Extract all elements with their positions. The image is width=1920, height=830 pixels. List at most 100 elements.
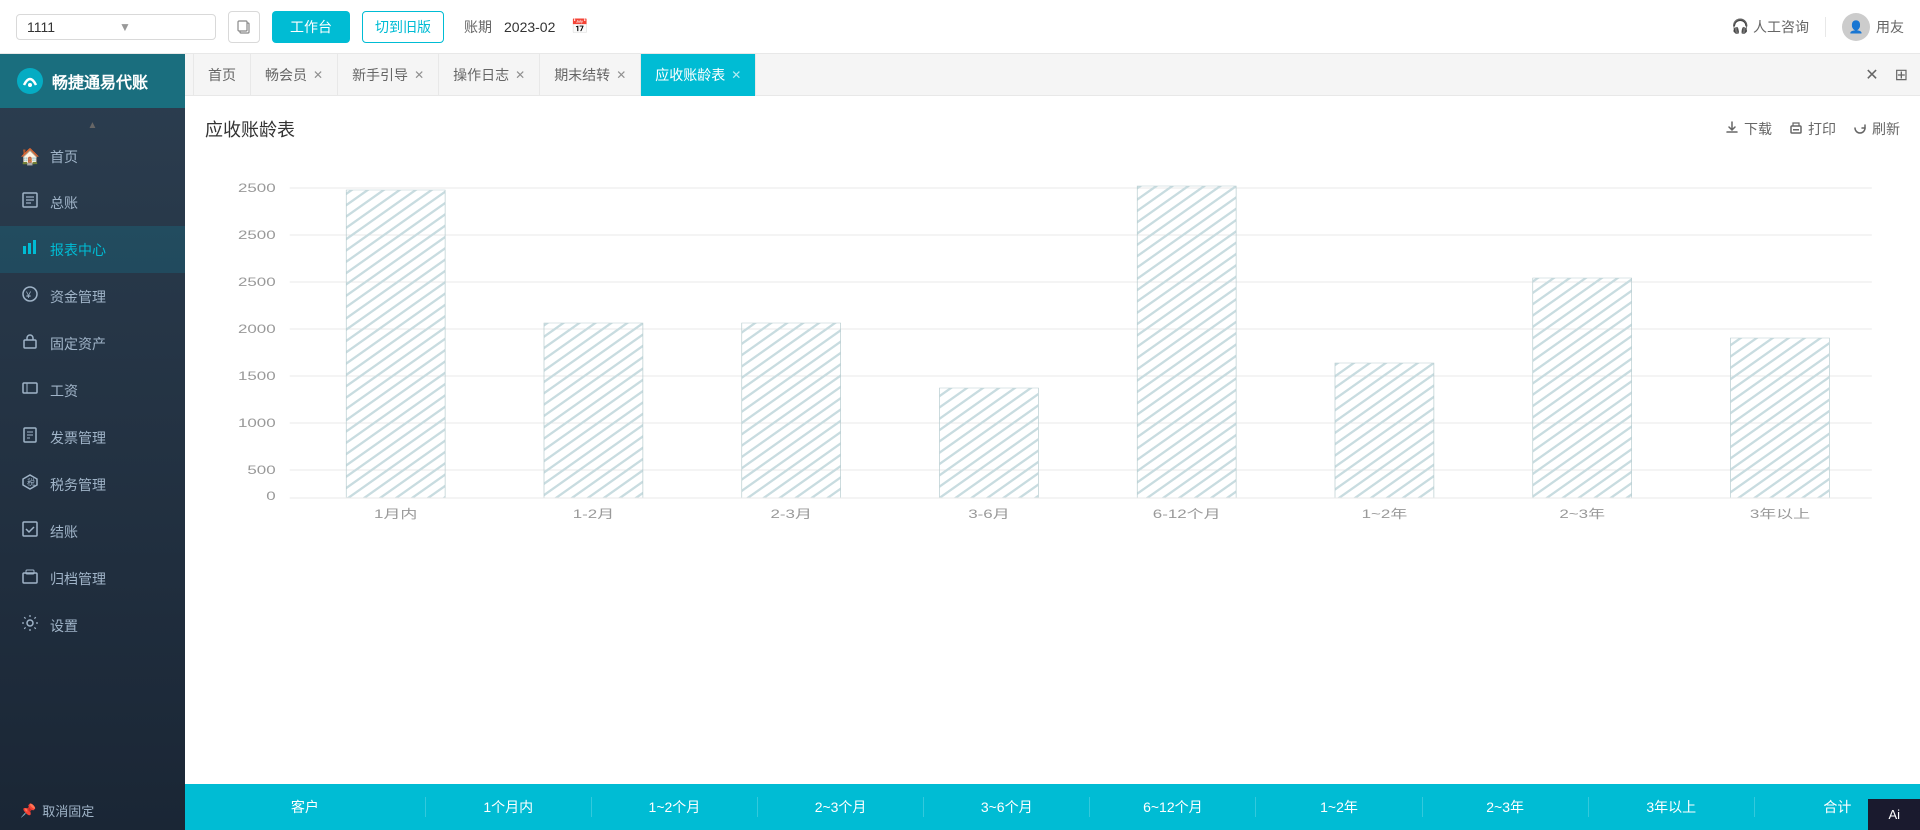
sidebar-item-settings-label: 设置 <box>50 616 78 636</box>
svg-text:2500: 2500 <box>238 182 276 195</box>
sidebar-item-reports-label: 报表中心 <box>50 240 106 260</box>
download-icon <box>1724 120 1740 139</box>
refresh-button[interactable]: 刷新 <box>1852 119 1900 139</box>
headset-icon: 🎧 <box>1732 18 1749 35</box>
col-2-3month: 2~3个月 <box>758 797 924 817</box>
sidebar-item-archive[interactable]: 归档管理 <box>0 555 185 602</box>
chart-container: 2500 2500 2500 2000 1500 1000 500 0 <box>205 158 1900 764</box>
col-customer: 客户 <box>185 797 426 817</box>
invoice-icon <box>20 426 40 449</box>
svg-text:2000: 2000 <box>238 323 276 336</box>
svg-text:2500: 2500 <box>238 229 276 242</box>
col-1-2month: 1~2个月 <box>592 797 758 817</box>
svg-text:1~2年: 1~2年 <box>1362 507 1408 521</box>
sidebar-item-reports[interactable]: 报表中心 <box>0 226 185 273</box>
tab-aging[interactable]: 应收账龄表 ✕ <box>641 54 756 96</box>
svg-text:1月内: 1月内 <box>374 507 417 521</box>
pin-icon: 📌 <box>20 803 36 819</box>
sidebar-item-archive-label: 归档管理 <box>50 569 106 589</box>
cancel-fixed-button[interactable]: 📌 取消固定 <box>0 791 185 830</box>
tab-member-label: 畅会员 <box>265 65 307 85</box>
page-title: 应收账龄表 <box>205 116 295 142</box>
page-content: 应收账龄表 下载 打印 <box>185 96 1920 784</box>
logo-icon <box>16 67 44 95</box>
page-header: 应收账龄表 下载 打印 <box>205 116 1900 142</box>
page-actions: 下载 打印 刷新 <box>1724 119 1900 139</box>
calendar-icon[interactable]: 📅 <box>571 18 588 35</box>
svg-text:500: 500 <box>247 464 275 477</box>
tax-icon: 税 <box>20 473 40 496</box>
tab-period-end-label: 期末结转 <box>554 65 610 85</box>
ledger-icon <box>20 191 40 214</box>
table-header: 客户 1个月内 1~2个月 2~3个月 3~6个月 6~12个月 1~2年 2~… <box>185 784 1920 830</box>
expand-button[interactable]: ⊞ <box>1891 61 1912 89</box>
svg-text:税: 税 <box>27 477 35 487</box>
sidebar-item-assets[interactable]: 固定资产 <box>0 320 185 367</box>
period-value: 2023-02 <box>504 19 555 35</box>
tab-guide-close[interactable]: ✕ <box>414 68 424 82</box>
tab-oplog[interactable]: 操作日志 ✕ <box>439 54 540 96</box>
download-label: 下载 <box>1744 119 1772 139</box>
aging-chart: 2500 2500 2500 2000 1500 1000 500 0 <box>205 168 1900 528</box>
consult-button[interactable]: 🎧 人工咨询 <box>1732 17 1809 37</box>
col-3year-plus: 3年以上 <box>1589 797 1755 817</box>
sidebar-item-invoice[interactable]: 发票管理 <box>0 414 185 461</box>
tab-member-close[interactable]: ✕ <box>313 68 323 82</box>
col-3-6month: 3~6个月 <box>924 797 1090 817</box>
sidebar-item-assets-label: 固定资产 <box>50 334 106 354</box>
tab-guide[interactable]: 新手引导 ✕ <box>338 54 439 96</box>
scroll-up-indicator: ▲ <box>0 116 185 135</box>
sidebar-item-tax-label: 税务管理 <box>50 475 106 495</box>
tab-oplog-label: 操作日志 <box>453 65 509 85</box>
sidebar-item-salary[interactable]: 工资 <box>0 367 185 414</box>
sidebar-item-checkout-label: 结账 <box>50 522 78 542</box>
sidebar-item-ledger[interactable]: 总账 <box>0 179 185 226</box>
header-right: 🎧 人工咨询 👤 用友 <box>1732 13 1904 41</box>
svg-text:6-12个月: 6-12个月 <box>1153 507 1221 521</box>
company-selector[interactable]: 1111 ▼ <box>16 14 216 40</box>
download-button[interactable]: 下载 <box>1724 119 1772 139</box>
ai-badge[interactable]: Ai <box>1868 799 1920 830</box>
sidebar-item-settings[interactable]: 设置 <box>0 602 185 649</box>
svg-text:1000: 1000 <box>238 417 276 430</box>
refresh-icon <box>1852 120 1868 139</box>
tab-period-end-close[interactable]: ✕ <box>616 68 626 82</box>
close-tabs-button[interactable]: ✕ <box>1861 61 1882 89</box>
settings-icon <box>20 614 40 637</box>
avatar: 👤 <box>1842 13 1870 41</box>
company-name: 1111 <box>27 19 113 35</box>
svg-text:0: 0 <box>266 490 275 503</box>
sidebar-item-tax[interactable]: 税 税务管理 <box>0 461 185 508</box>
print-label: 打印 <box>1808 119 1836 139</box>
workbench-button[interactable]: 工作台 <box>272 11 350 43</box>
tab-aging-close[interactable]: ✕ <box>731 68 741 82</box>
svg-text:3年以上: 3年以上 <box>1750 507 1810 521</box>
print-button[interactable]: 打印 <box>1788 119 1836 139</box>
tab-bar: 首页 畅会员 ✕ 新手引导 ✕ 操作日志 ✕ 期末结转 ✕ 应收账龄表 ✕ <box>185 54 1920 96</box>
content-area: 首页 畅会员 ✕ 新手引导 ✕ 操作日志 ✕ 期末结转 ✕ 应收账龄表 ✕ <box>185 54 1920 830</box>
sidebar-item-home[interactable]: 🏠 首页 <box>0 135 185 179</box>
tab-member[interactable]: 畅会员 ✕ <box>251 54 338 96</box>
period-label: 账期 <box>464 17 492 37</box>
refresh-label: 刷新 <box>1872 119 1900 139</box>
sidebar-logo: 畅捷通易代账 <box>0 54 185 108</box>
sidebar-item-home-label: 首页 <box>50 147 78 167</box>
user-button[interactable]: 👤 用友 <box>1842 13 1904 41</box>
salary-icon <box>20 379 40 402</box>
sidebar-nav: ▲ 🏠 首页 总账 报表中心 ¥ 资金管理 <box>0 108 185 791</box>
sidebar-item-funds-label: 资金管理 <box>50 287 106 307</box>
sidebar-item-checkout[interactable]: 结账 <box>0 508 185 555</box>
sidebar-item-invoice-label: 发票管理 <box>50 428 106 448</box>
sidebar-item-funds[interactable]: ¥ 资金管理 <box>0 273 185 320</box>
sidebar: 畅捷通易代账 ▲ 🏠 首页 总账 报表中心 ¥ <box>0 54 185 830</box>
archive-icon <box>20 567 40 590</box>
tab-home[interactable]: 首页 <box>193 54 251 96</box>
tab-period-end[interactable]: 期末结转 ✕ <box>540 54 641 96</box>
switch-version-button[interactable]: 切到旧版 <box>362 11 444 43</box>
cancel-fixed-label: 取消固定 <box>42 801 94 820</box>
tab-home-label: 首页 <box>208 65 236 85</box>
col-6-12month: 6~12个月 <box>1090 797 1256 817</box>
col-2-3year: 2~3年 <box>1423 797 1589 817</box>
copy-button[interactable] <box>228 11 260 43</box>
tab-oplog-close[interactable]: ✕ <box>515 68 525 82</box>
